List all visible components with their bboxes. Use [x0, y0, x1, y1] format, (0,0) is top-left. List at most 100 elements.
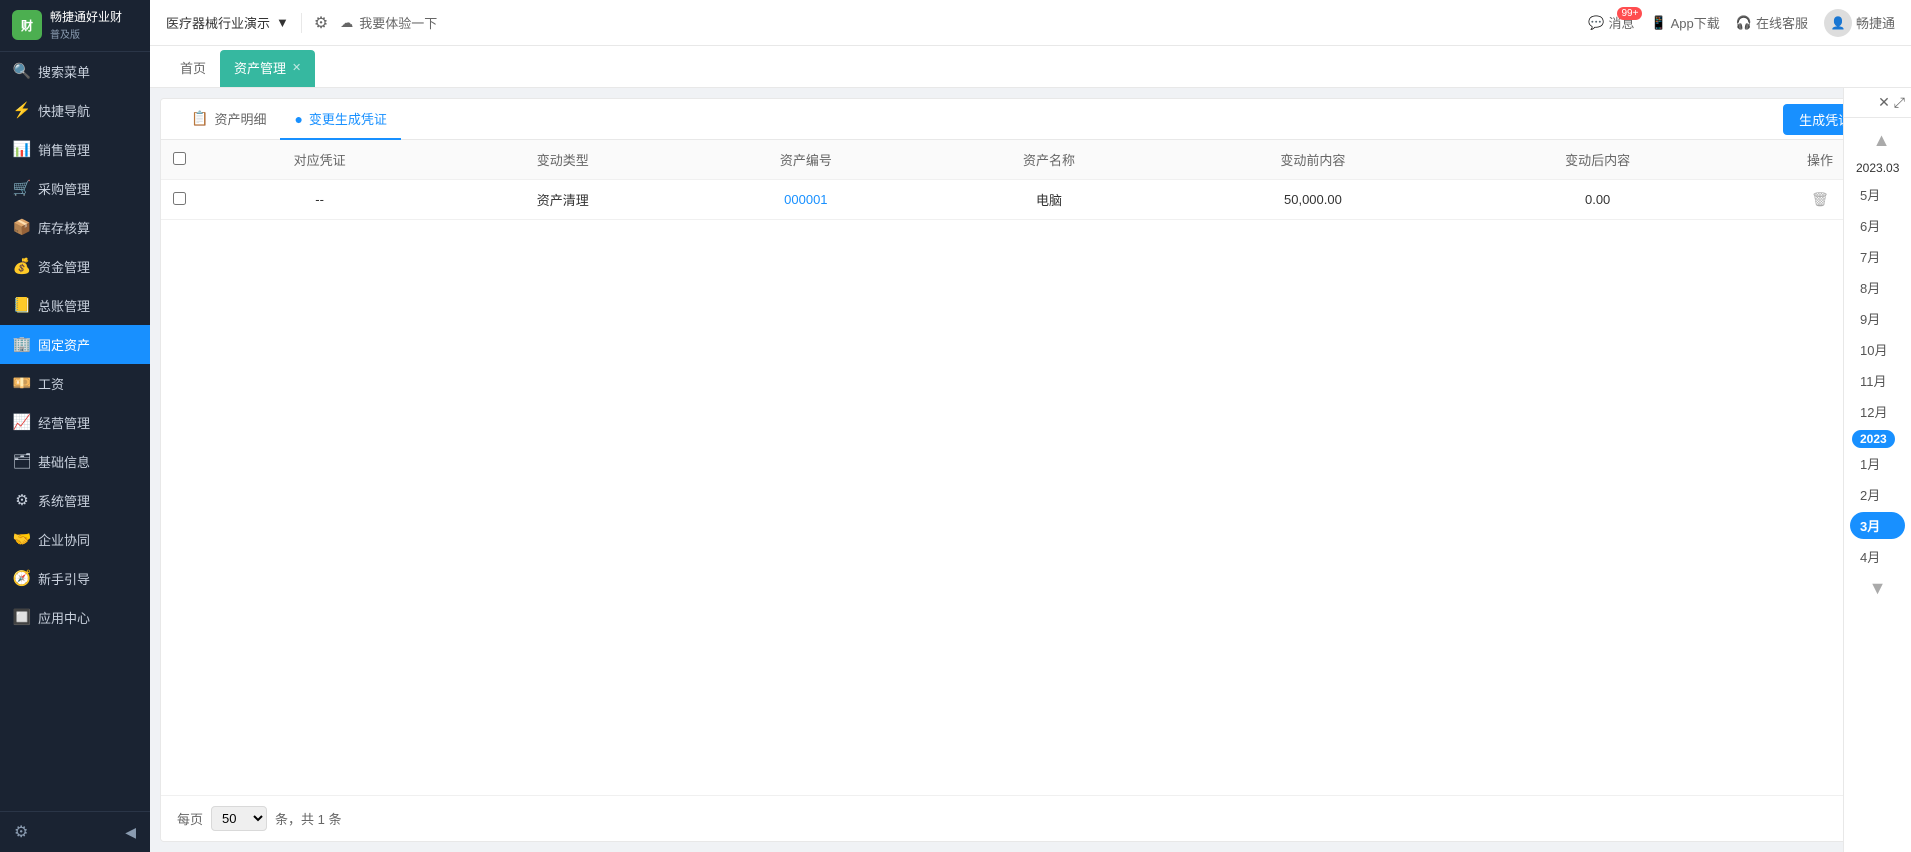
topbar-right: 💬 消息 99+ 📱 App下载 🎧 在线客服 👤 畅捷通 [1588, 9, 1895, 37]
calendar-month-9[interactable]: 9月 [1844, 303, 1911, 334]
user-menu[interactable]: 👤 畅捷通 [1824, 9, 1895, 37]
col-voucher: 对应凭证 [198, 140, 441, 180]
sidebar-item-search[interactable]: 🔍 搜索菜单 [0, 52, 150, 91]
calendar-month-12[interactable]: 12月 [1844, 396, 1911, 427]
sales-icon: 📊 [14, 141, 30, 157]
row-checkbox[interactable] [173, 192, 186, 205]
subtab-change-voucher[interactable]: ● 变更生成凭证 [280, 99, 400, 140]
tab-asset-mgmt[interactable]: 资产管理 ✕ [220, 50, 315, 87]
total-label: 条，共 1 条 [275, 809, 341, 828]
sub-tabbar: 📋 资产明细 ● 变更生成凭证 生成凭证 ▼ [161, 99, 1900, 140]
sidebar-item-funds[interactable]: 💰 资金管理 [0, 247, 150, 286]
message-icon: 💬 [1588, 15, 1604, 31]
tab-home[interactable]: 首页 [166, 50, 220, 87]
sidebar-item-sys-mgmt[interactable]: ⚙ 系统管理 [0, 481, 150, 520]
calendar-month-11[interactable]: 11月 [1844, 365, 1911, 396]
sidebar-item-sales[interactable]: 📊 销售管理 [0, 130, 150, 169]
col-asset-no: 资产编号 [684, 140, 927, 180]
logo-icon: 财 [12, 10, 42, 40]
sidebar-label-purchase: 采购管理 [38, 179, 90, 198]
calendar-month-5[interactable]: 5月 [1844, 179, 1911, 210]
sidebar-item-purchase[interactable]: 🛒 采购管理 [0, 169, 150, 208]
app-download-label: App下载 [1671, 13, 1720, 32]
calendar-current-year-badge: 2023 [1852, 430, 1895, 448]
calendar-close-button[interactable]: ✕ [1878, 94, 1890, 111]
quick-nav-icon: ⚡ [14, 102, 30, 118]
calendar-month-10[interactable]: 10月 [1844, 334, 1911, 365]
content-area: 📋 资产明细 ● 变更生成凭证 生成凭证 ▼ [150, 88, 1911, 852]
calendar-year-prev: ▲ 2023.03 [1844, 118, 1911, 179]
experience-cloud-icon: ☁ [340, 15, 353, 31]
calendar-month-2[interactable]: 2月 [1844, 479, 1911, 510]
calendar-month-7[interactable]: 7月 [1844, 241, 1911, 272]
sidebar-item-operations[interactable]: 📈 经营管理 [0, 403, 150, 442]
message-badge: 99+ [1617, 7, 1642, 20]
tabbar: 首页 资产管理 ✕ [150, 46, 1911, 88]
subtab-asset-detail[interactable]: 📋 资产明细 [177, 99, 280, 140]
app-download-button[interactable]: 📱 App下载 [1650, 13, 1719, 32]
experience-button[interactable]: ☁ 我要体验一下 [340, 13, 437, 32]
sidebar-label-search: 搜索菜单 [38, 62, 90, 81]
col-checkbox [161, 140, 198, 180]
username: 畅捷通 [1856, 13, 1895, 32]
col-change-type: 变动类型 [441, 140, 684, 180]
sidebar-item-inventory[interactable]: 📦 库存核算 [0, 208, 150, 247]
content-panel: 📋 资产明细 ● 变更生成凭证 生成凭证 ▼ [160, 98, 1901, 842]
sidebar-label-sys-mgmt: 系统管理 [38, 491, 90, 510]
calendar-current-year-row: 2023 [1844, 427, 1911, 448]
tab-close-icon[interactable]: ✕ [292, 61, 301, 74]
calendar-month-4[interactable]: 4月 [1844, 541, 1911, 572]
calendar-month-6[interactable]: 6月 [1844, 210, 1911, 241]
calendar-panel: ✕ ⤢ ▲ 2023.03 5月 6月 7月 8月 9月 10月 11月 12月 [1843, 88, 1911, 852]
sidebar-label-operations: 经营管理 [38, 413, 90, 432]
sidebar-item-enterprise[interactable]: 🤝 企业协同 [0, 520, 150, 559]
fixed-assets-icon: 🏢 [14, 336, 30, 352]
col-before-change: 变动前内容 [1171, 140, 1456, 180]
sidebar-item-guide[interactable]: 🧭 新手引导 [0, 559, 150, 598]
message-button[interactable]: 💬 消息 99+ [1588, 13, 1634, 32]
service-button[interactable]: 🎧 在线客服 [1736, 13, 1808, 32]
calendar-down-btn[interactable]: ▼ [1865, 574, 1891, 603]
change-voucher-icon: ● [294, 111, 302, 127]
sidebar-item-payroll[interactable]: 💴 工资 [0, 364, 150, 403]
sidebar-label-enterprise: 企业协同 [38, 530, 90, 549]
experience-label: 我要体验一下 [359, 13, 437, 32]
table-wrap: 对应凭证 变动类型 资产编号 资产名称 变动前内容 变动后内容 操作 [161, 140, 1900, 795]
sidebar-label-payroll: 工资 [38, 374, 64, 393]
sidebar-item-fixed-assets[interactable]: 🏢 固定资产 [0, 325, 150, 364]
per-page-select[interactable]: 50 10 20 100 [211, 806, 267, 831]
calendar-month-8[interactable]: 8月 [1844, 272, 1911, 303]
sidebar-label-funds: 资金管理 [38, 257, 90, 276]
sidebar-label-inventory: 库存核算 [38, 218, 90, 237]
company-dropdown-icon: ▼ [276, 15, 289, 30]
per-page-label: 每页 [177, 809, 203, 828]
ledger-icon: 📒 [14, 297, 30, 313]
sidebar-collapse-icon[interactable]: ◀ [125, 824, 136, 841]
sidebar-item-ledger[interactable]: 📒 总账管理 [0, 286, 150, 325]
delete-icon[interactable]: 🗑 [1811, 191, 1829, 207]
subtab-asset-detail-label: 资产明细 [214, 109, 266, 128]
sidebar-item-quick-nav[interactable]: ⚡ 快捷导航 [0, 91, 150, 130]
company-selector[interactable]: 医疗器械行业演示 ▼ [166, 13, 289, 32]
service-icon: 🎧 [1736, 15, 1752, 31]
calendar-expand-button[interactable]: ⤢ [1894, 94, 1905, 111]
row-after-change: 0.00 [1455, 180, 1740, 220]
row-asset-name: 电脑 [927, 180, 1170, 220]
sidebar-label-basic-info: 基础信息 [38, 452, 90, 471]
sidebar-nav: 🔍 搜索菜单 ⚡ 快捷导航 📊 销售管理 🛒 采购管理 📦 库存核算 💰 资金管… [0, 52, 150, 811]
calendar-month-3-current[interactable]: 3月 [1850, 512, 1905, 539]
subtab-change-voucher-label: 变更生成凭证 [309, 109, 387, 128]
col-after-change: 变动后内容 [1455, 140, 1740, 180]
sidebar-item-app-center[interactable]: 🔲 应用中心 [0, 598, 150, 637]
service-label: 在线客服 [1756, 13, 1808, 32]
sidebar-settings-icon[interactable]: ⚙ [14, 822, 28, 842]
calendar-month-1[interactable]: 1月 [1844, 448, 1911, 479]
row-asset-no: 000001 [684, 180, 927, 220]
select-all-checkbox[interactable] [173, 152, 186, 165]
sidebar-label-guide: 新手引导 [38, 569, 90, 588]
sidebar-item-basic-info[interactable]: 🗂 基础信息 [0, 442, 150, 481]
calendar-up-btn[interactable]: ▲ [1869, 126, 1895, 155]
operations-icon: 📈 [14, 414, 30, 430]
settings-button[interactable]: ⚙ [314, 13, 328, 33]
tab-home-label: 首页 [180, 58, 206, 77]
